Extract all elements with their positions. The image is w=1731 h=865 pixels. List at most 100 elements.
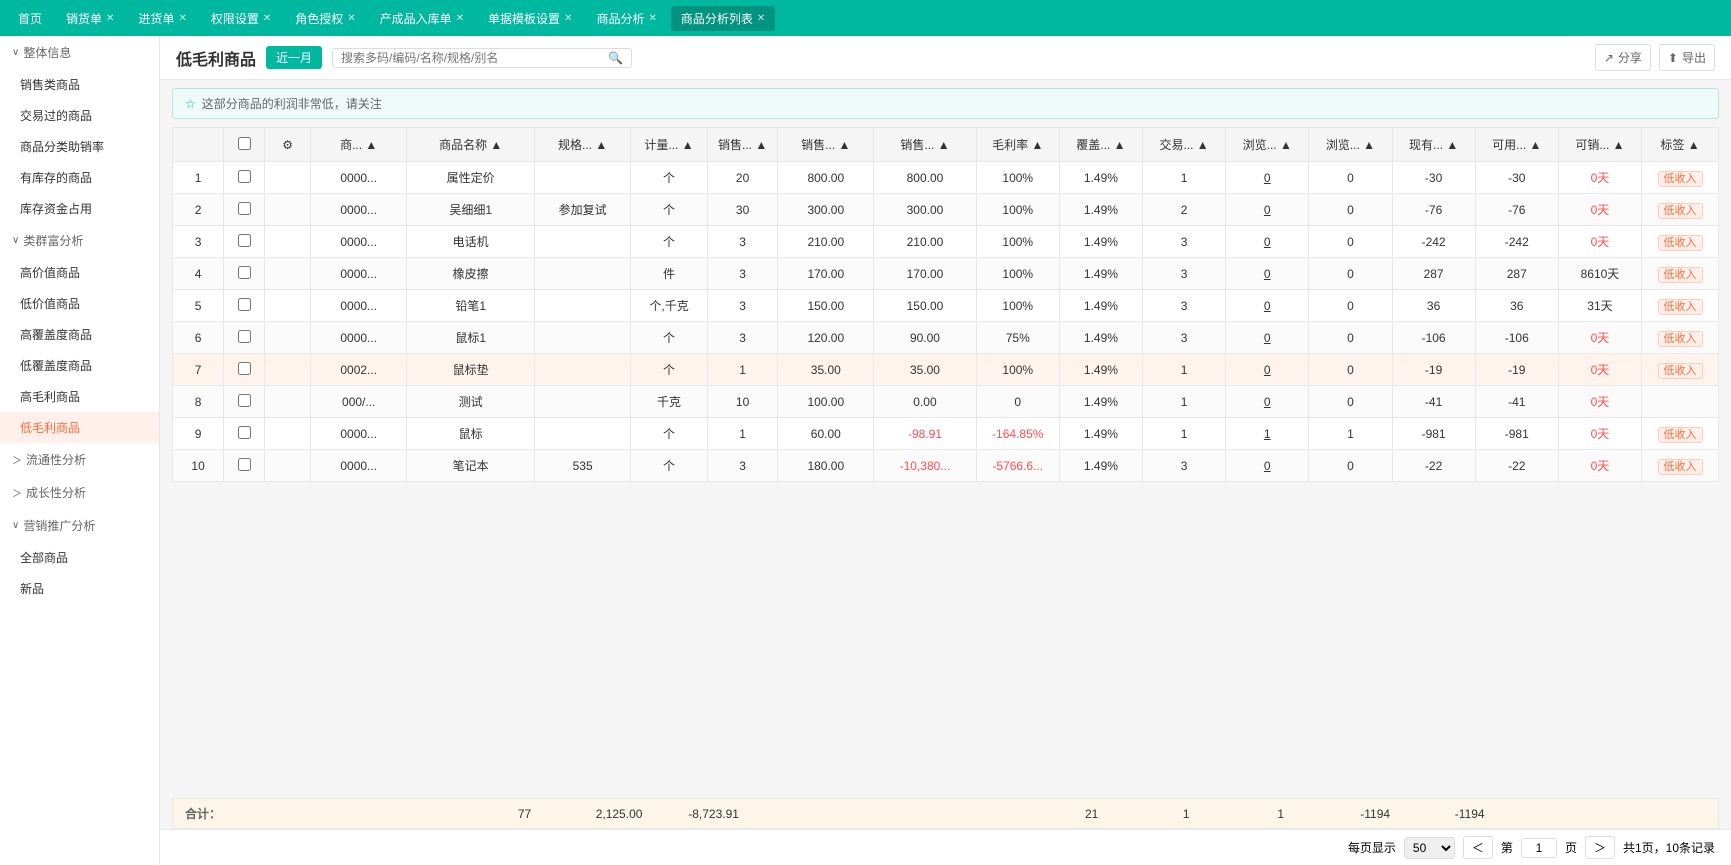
sidebar-item-low-coverage[interactable]: 低覆盖度商品	[0, 350, 159, 381]
cell-unit: 个	[631, 226, 708, 258]
nav-close-finished-goods[interactable]: ✕	[456, 13, 464, 24]
th-coverage[interactable]: 覆盖... ▲	[1059, 128, 1142, 162]
export-button[interactable]: ⬆ 导出	[1659, 44, 1715, 71]
nav-close-sales-order[interactable]: ✕	[106, 13, 114, 24]
share-button[interactable]: ↗ 分享	[1595, 44, 1651, 71]
nav-close-product-analysis[interactable]: ✕	[648, 13, 656, 24]
data-table-wrapper[interactable]: ⚙ 商... ▲ 商品名称 ▲ 规格... ▲ 计量... ▲ 销售... ▲ …	[160, 127, 1731, 798]
row-checkbox[interactable]	[238, 266, 251, 279]
cell-browse1[interactable]: 0	[1226, 322, 1309, 354]
cell-current-stock: 287	[1392, 258, 1475, 290]
sidebar-item-high-profit[interactable]: 高毛利商品	[0, 381, 159, 412]
row-checkbox[interactable]	[238, 170, 251, 183]
sidebar-item-high-value[interactable]: 高价值商品	[0, 257, 159, 288]
sidebar-section-flow[interactable]: ＞ 流通性分析	[0, 443, 159, 476]
th-sales-qty[interactable]: 销售... ▲	[707, 128, 777, 162]
nav-close-analysis-list[interactable]: ✕	[757, 13, 765, 24]
sidebar-section-marketing[interactable]: ∨ 营销推广分析	[0, 509, 159, 542]
th-setting[interactable]: ⚙	[265, 128, 311, 162]
sidebar-item-stocked-products[interactable]: 有库存的商品	[0, 162, 159, 193]
nav-home[interactable]: 首页	[8, 6, 52, 31]
sidebar-item-stock-capital[interactable]: 库存资金占用	[0, 193, 159, 224]
nav-close-permission[interactable]: ✕	[263, 13, 271, 24]
search-input[interactable]	[341, 51, 608, 65]
cell-checkbox[interactable]	[224, 386, 265, 418]
cell-checkbox[interactable]	[224, 354, 265, 386]
th-checkbox[interactable]	[224, 128, 265, 162]
cell-browse1[interactable]: 0	[1226, 290, 1309, 322]
cell-checkbox[interactable]	[224, 418, 265, 450]
cell-browse1[interactable]: 0	[1226, 386, 1309, 418]
sidebar-item-new-products[interactable]: 新品	[0, 573, 159, 604]
nav-product-analysis-list[interactable]: 商品分析列表 ✕	[671, 6, 775, 31]
nav-close-role-auth[interactable]: ✕	[347, 13, 355, 24]
cell-checkbox[interactable]	[224, 450, 265, 482]
cell-browse1[interactable]: 0	[1226, 194, 1309, 226]
sidebar-section-group[interactable]: ∨ 类群富分析	[0, 224, 159, 257]
th-sellable-days[interactable]: 可销... ▲	[1558, 128, 1641, 162]
th-tag[interactable]: 标签 ▲	[1642, 128, 1719, 162]
cell-browse1[interactable]: 0	[1226, 258, 1309, 290]
nav-close-template[interactable]: ✕	[564, 13, 572, 24]
th-profit-rate[interactable]: 毛利率 ▲	[976, 128, 1059, 162]
nav-finished-goods[interactable]: 产成品入库单 ✕	[370, 6, 474, 31]
th-available-stock[interactable]: 可用... ▲	[1475, 128, 1558, 162]
cell-browse1[interactable]: 0	[1226, 162, 1309, 194]
row-checkbox[interactable]	[238, 202, 251, 215]
cell-checkbox[interactable]	[224, 258, 265, 290]
total-info: 共1页，10条记录	[1623, 839, 1715, 856]
th-name[interactable]: 商品名称 ▲	[407, 128, 535, 162]
sidebar-item-low-value[interactable]: 低价值商品	[0, 288, 159, 319]
nav-close-purchase-order[interactable]: ✕	[178, 13, 186, 24]
nav-product-analysis[interactable]: 商品分析 ✕	[586, 6, 666, 31]
row-checkbox[interactable]	[238, 458, 251, 471]
th-browse1[interactable]: 浏览... ▲	[1226, 128, 1309, 162]
nav-role-auth[interactable]: 角色授权 ✕	[285, 6, 365, 31]
th-current-stock[interactable]: 现有... ▲	[1392, 128, 1475, 162]
nav-sales-order[interactable]: 销货单 ✕	[56, 6, 124, 31]
page-number-input[interactable]	[1521, 838, 1557, 858]
nav-template-settings[interactable]: 单据模板设置 ✕	[478, 6, 582, 31]
filter-recent-month-button[interactable]: 近一月	[266, 46, 322, 69]
th-sales-price[interactable]: 销售... ▲	[778, 128, 874, 162]
sidebar-item-category-rate[interactable]: 商品分类助销率	[0, 131, 159, 162]
prev-page-button[interactable]: ＜	[1463, 836, 1493, 859]
th-unit[interactable]: 计量... ▲	[631, 128, 708, 162]
cell-browse1[interactable]: 0	[1226, 450, 1309, 482]
low-income-tag: 低收入	[1658, 235, 1703, 251]
nav-purchase-order[interactable]: 进货单 ✕	[128, 6, 196, 31]
th-code[interactable]: 商... ▲	[311, 128, 407, 162]
th-spec[interactable]: 规格... ▲	[535, 128, 631, 162]
arrow-marketing: ∨	[12, 520, 19, 531]
th-browse2[interactable]: 浏览... ▲	[1309, 128, 1392, 162]
cell-checkbox[interactable]	[224, 290, 265, 322]
cell-browse1[interactable]: 0	[1226, 354, 1309, 386]
row-checkbox[interactable]	[238, 394, 251, 407]
row-checkbox[interactable]	[238, 330, 251, 343]
sidebar-item-low-profit[interactable]: 低毛利商品	[0, 412, 159, 443]
row-checkbox[interactable]	[238, 362, 251, 375]
row-checkbox[interactable]	[238, 234, 251, 247]
th-sales-amount[interactable]: 销售... ▲	[874, 128, 976, 162]
th-trade[interactable]: 交易... ▲	[1143, 128, 1226, 162]
cell-checkbox[interactable]	[224, 194, 265, 226]
sidebar-item-traded-products[interactable]: 交易过的商品	[0, 100, 159, 131]
cell-checkbox[interactable]	[224, 322, 265, 354]
per-page-select[interactable]: 50 100 200	[1404, 837, 1455, 859]
cell-code: 0000...	[311, 258, 407, 290]
sidebar-item-sales-products[interactable]: 销售类商品	[0, 69, 159, 100]
cell-browse1[interactable]: 1	[1226, 418, 1309, 450]
sidebar-section-overall[interactable]: ∨ 整体信息	[0, 36, 159, 69]
select-all-checkbox[interactable]	[238, 137, 251, 150]
search-icon[interactable]: 🔍	[608, 51, 623, 65]
cell-checkbox[interactable]	[224, 162, 265, 194]
nav-permission-settings[interactable]: 权限设置 ✕	[201, 6, 281, 31]
sidebar-item-all-products[interactable]: 全部商品	[0, 542, 159, 573]
sidebar-item-high-coverage[interactable]: 高覆盖度商品	[0, 319, 159, 350]
row-checkbox[interactable]	[238, 426, 251, 439]
cell-checkbox[interactable]	[224, 226, 265, 258]
sidebar-section-growth[interactable]: ＞ 成长性分析	[0, 476, 159, 509]
row-checkbox[interactable]	[238, 298, 251, 311]
cell-browse1[interactable]: 0	[1226, 226, 1309, 258]
next-page-button[interactable]: ＞	[1585, 836, 1615, 859]
